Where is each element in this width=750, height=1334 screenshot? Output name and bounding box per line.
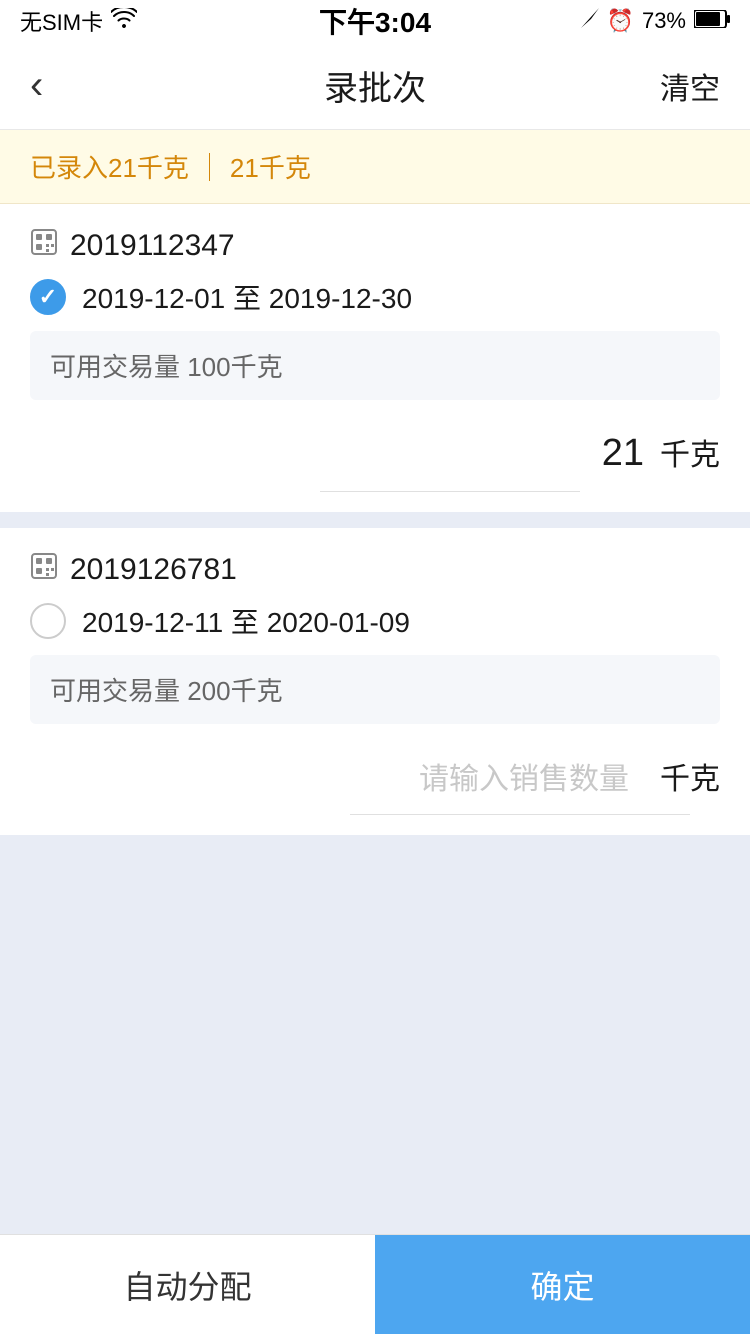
- batch1-unit: 千克: [660, 430, 720, 474]
- batch2-available: 可用交易量 200千克: [30, 655, 720, 724]
- time-display: 下午3:04: [319, 1, 431, 41]
- total-info: 21千克: [230, 148, 311, 185]
- alarm-icon: ⏰: [607, 8, 634, 34]
- empty-area: [0, 835, 750, 1295]
- battery-percent: 73%: [642, 8, 686, 34]
- batch2-header: 2019126781: [0, 528, 750, 597]
- recorded-info: 已录入21千克: [30, 148, 189, 185]
- batch2-id: 2019126781: [70, 553, 237, 587]
- auto-distribute-button[interactable]: 自动分配: [0, 1235, 375, 1334]
- confirm-button[interactable]: 确定: [375, 1235, 750, 1334]
- batch1-radio[interactable]: [30, 279, 66, 315]
- batch1-divider: [320, 491, 580, 492]
- status-right: ⏰ 73%: [581, 8, 730, 34]
- batch-id-icon-1: [30, 228, 58, 263]
- bottom-bar: 自动分配 确定: [0, 1234, 750, 1334]
- batch-card-1: 2019112347 2019-12-01 至 2019-12-30 可用交易量…: [0, 204, 750, 512]
- batch2-radio[interactable]: [30, 603, 66, 639]
- nav-bar: ‹ 录批次 清空: [0, 42, 750, 130]
- batch-id-icon-2: [30, 552, 58, 587]
- batch1-date-row[interactable]: 2019-12-01 至 2019-12-30: [0, 273, 750, 331]
- status-bar: 无SIM卡 下午3:04 ⏰ 73%: [0, 0, 750, 42]
- batch2-input-row[interactable]: 千克: [0, 744, 750, 814]
- info-divider: [209, 153, 210, 181]
- clear-button[interactable]: 清空: [660, 64, 720, 108]
- wifi-icon: [111, 8, 137, 34]
- gps-icon: [581, 8, 599, 34]
- batch-card-2: 2019126781 2019-12-11 至 2020-01-09 可用交易量…: [0, 528, 750, 835]
- back-button[interactable]: ‹: [30, 63, 90, 108]
- qty-input[interactable]: [384, 763, 644, 797]
- batch1-date: 2019-12-01 至 2019-12-30: [82, 277, 412, 317]
- batch1-amount: 21: [602, 432, 644, 475]
- status-left: 无SIM卡: [20, 5, 137, 37]
- batch1-header: 2019112347: [0, 204, 750, 273]
- batch1-amount-row: 21 千克: [0, 420, 750, 491]
- batch2-date: 2019-12-11 至 2020-01-09: [82, 601, 410, 641]
- battery-icon: [694, 8, 730, 34]
- info-bar: 已录入21千克 21千克: [0, 130, 750, 204]
- carrier-text: 无SIM卡: [20, 5, 103, 37]
- batch2-date-row[interactable]: 2019-12-11 至 2020-01-09: [0, 597, 750, 655]
- page-title: 录批次: [324, 61, 426, 110]
- batch1-available: 可用交易量 100千克: [30, 331, 720, 400]
- batch2-divider: [350, 814, 690, 815]
- section-divider: [0, 512, 750, 528]
- batch1-id: 2019112347: [70, 229, 235, 263]
- batch2-unit: 千克: [660, 754, 720, 798]
